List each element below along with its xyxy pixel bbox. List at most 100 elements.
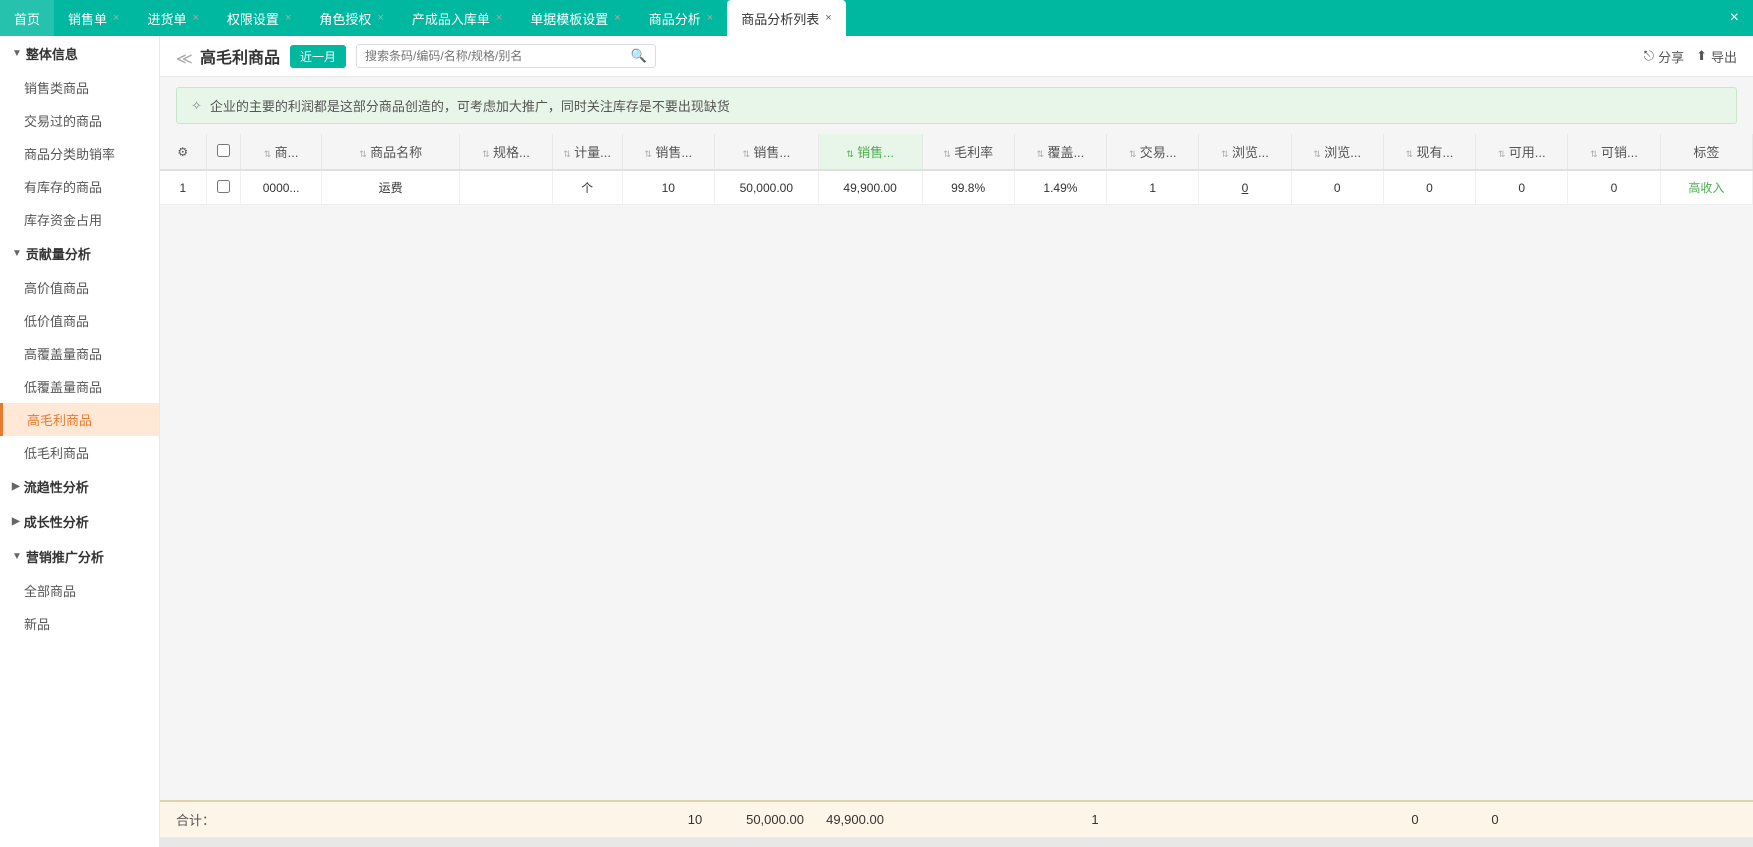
share-button[interactable]: ⎋ 分享	[1644, 47, 1684, 66]
col-tag: 标签	[1660, 134, 1752, 170]
sidebar-section-trend[interactable]: ▶ 流趋性分析	[0, 469, 159, 504]
cell-checkbox[interactable]	[206, 170, 241, 205]
sidebar-item-high-margin[interactable]: 高毛利商品	[0, 403, 159, 436]
footer-available: 0	[1375, 812, 1455, 827]
col-views2: ⇅ 浏览...	[1291, 134, 1383, 170]
collapse-icon: ▼	[12, 551, 22, 562]
sidebar-item-high-coverage[interactable]: 高覆盖量商品	[0, 337, 159, 370]
sort-icon: ⇅	[943, 149, 951, 159]
nav-tab-template[interactable]: 单据模板设置 ×	[516, 0, 634, 36]
export-icon: ⬆	[1696, 48, 1707, 64]
cell-views1[interactable]: 0	[1199, 170, 1291, 205]
nav-tab-analysis-list[interactable]: 商品分析列表 ×	[727, 0, 845, 36]
close-icon[interactable]: ×	[192, 12, 198, 24]
period-button[interactable]: 近一月	[290, 45, 346, 68]
cell-available: 0	[1476, 170, 1568, 205]
cell-sales-amt: 50,000.00	[714, 170, 818, 205]
close-icon[interactable]: ×	[614, 12, 620, 24]
col-views1: ⇅ 浏览...	[1199, 134, 1291, 170]
col-settings[interactable]: ⚙	[160, 134, 206, 170]
close-icon[interactable]: ×	[825, 12, 831, 24]
select-all-checkbox[interactable]	[217, 144, 230, 157]
search-wrapper: 🔍	[356, 44, 656, 68]
nav-close-all-button[interactable]: ×	[1716, 9, 1753, 27]
sidebar-item-traded-goods[interactable]: 交易过的商品	[0, 104, 159, 137]
sidebar-section-contribution-items: 高价值商品 低价值商品 高覆盖量商品 低覆盖量商品 高毛利商品 低毛利商品	[0, 271, 159, 469]
nav-tab-sales[interactable]: 销售单 ×	[54, 0, 133, 36]
nav-tab-inbound[interactable]: 产成品入库单 ×	[398, 0, 516, 36]
sidebar: ▼ 整体信息 销售类商品 交易过的商品 商品分类助销率 有库存的商品 库存资金占…	[0, 36, 160, 847]
col-name: ⇅ 商品名称	[321, 134, 459, 170]
row-checkbox[interactable]	[217, 180, 230, 193]
export-button[interactable]: ⬆ 导出	[1696, 47, 1737, 66]
cell-code: 0000...	[241, 170, 322, 205]
sidebar-section-growth[interactable]: ▶ 成长性分析	[0, 504, 159, 539]
share-icon: ⎋	[1644, 48, 1654, 64]
col-coverage: ⇅ 覆盖...	[1014, 134, 1106, 170]
sidebar-item-category-assist[interactable]: 商品分类助销率	[0, 137, 159, 170]
content-area: ≪ 高毛利商品 近一月 🔍 ⎋ 分享 ⬆ 导出 ✧ 企业的主要的利润都是这部	[160, 36, 1753, 847]
col-checkbox[interactable]	[206, 134, 241, 170]
col-current-stock: ⇅ 现有...	[1383, 134, 1475, 170]
sidebar-section-overview-items: 销售类商品 交易过的商品 商品分类助销率 有库存的商品 库存资金占用	[0, 71, 159, 236]
footer-values: 10 50,000.00 49,900.00 1 0 0	[255, 812, 1737, 827]
cell-gross-margin: 99.8%	[922, 170, 1014, 205]
cell-coverage: 1.49%	[1014, 170, 1106, 205]
footer-sales-qty: 10	[655, 812, 735, 827]
col-saleable: ⇅ 可销...	[1568, 134, 1660, 170]
sort-icon: ⇅	[644, 149, 652, 159]
close-icon[interactable]: ×	[113, 12, 119, 24]
sidebar-toggle-button[interactable]: ≪	[176, 49, 190, 63]
sort-icon: ⇅	[359, 149, 367, 159]
nav-tab-purchase[interactable]: 进货单 ×	[133, 0, 212, 36]
nav-tab-analysis[interactable]: 商品分析 ×	[635, 0, 727, 36]
sidebar-item-new-goods[interactable]: 新品	[0, 607, 159, 640]
cell-seq: 1	[160, 170, 206, 205]
data-table: ⚙ ⇅ 商... ⇅ 商品名称 ⇅ 规格...	[160, 134, 1753, 205]
cell-unit: 个	[552, 170, 622, 205]
page-title: 高毛利商品	[200, 44, 280, 68]
nav-tab-permissions[interactable]: 权限设置 ×	[213, 0, 305, 36]
header-actions: ⎋ 分享 ⬆ 导出	[1644, 47, 1737, 66]
collapse-icon: ▼	[12, 48, 22, 59]
search-icon[interactable]: 🔍	[631, 48, 647, 64]
close-icon[interactable]: ×	[285, 12, 291, 24]
sidebar-item-low-value[interactable]: 低价值商品	[0, 304, 159, 337]
table-footer: 合计： 10 50,000.00 49,900.00 1 0 0	[160, 800, 1753, 837]
main-layout: ▼ 整体信息 销售类商品 交易过的商品 商品分类助销率 有库存的商品 库存资金占…	[0, 36, 1753, 847]
sidebar-item-in-stock[interactable]: 有库存的商品	[0, 170, 159, 203]
sidebar-item-all-goods[interactable]: 全部商品	[0, 574, 159, 607]
sidebar-section-contribution[interactable]: ▼ 贡献量分析	[0, 236, 159, 271]
sidebar-item-sales-goods[interactable]: 销售类商品	[0, 71, 159, 104]
expand-icon: ▶	[12, 516, 20, 527]
table-container[interactable]: ⚙ ⇅ 商... ⇅ 商品名称 ⇅ 规格...	[160, 134, 1753, 800]
nav-tab-home[interactable]: 首页	[0, 0, 54, 36]
bottom-scrollbar[interactable]	[160, 837, 1753, 847]
search-input[interactable]	[365, 49, 631, 63]
sidebar-section-marketing[interactable]: ▼ 营销推广分析	[0, 539, 159, 574]
close-icon[interactable]: ×	[496, 12, 502, 24]
cell-spec	[460, 170, 552, 205]
sort-icon: ⇅	[1406, 149, 1414, 159]
sidebar-section-overview[interactable]: ▼ 整体信息	[0, 36, 159, 71]
sort-icon: ⇅	[1498, 149, 1506, 159]
sort-icon: ⇅	[1313, 149, 1321, 159]
nav-tab-roles[interactable]: 角色授权 ×	[305, 0, 397, 36]
sidebar-section-marketing-items: 全部商品 新品	[0, 574, 159, 640]
cell-tag: 高收入	[1660, 170, 1752, 205]
sidebar-item-low-coverage[interactable]: 低覆盖量商品	[0, 370, 159, 403]
close-icon[interactable]: ×	[707, 12, 713, 24]
col-sales-qty: ⇅ 销售...	[622, 134, 714, 170]
sort-icon: ⇅	[742, 149, 750, 159]
col-gross-margin: ⇅ 毛利率	[922, 134, 1014, 170]
sidebar-item-stock-capital[interactable]: 库存资金占用	[0, 203, 159, 236]
col-spec: ⇅ 规格...	[460, 134, 552, 170]
content-header: ≪ 高毛利商品 近一月 🔍 ⎋ 分享 ⬆ 导出	[160, 36, 1753, 77]
sort-icon: ⇅	[1221, 149, 1229, 159]
sort-icon: ⇅	[563, 149, 571, 159]
sidebar-item-low-margin[interactable]: 低毛利商品	[0, 436, 159, 469]
expand-icon: ▶	[12, 481, 20, 492]
sort-icon: ⇅	[1129, 149, 1137, 159]
sidebar-item-high-value[interactable]: 高价值商品	[0, 271, 159, 304]
close-icon[interactable]: ×	[377, 12, 383, 24]
